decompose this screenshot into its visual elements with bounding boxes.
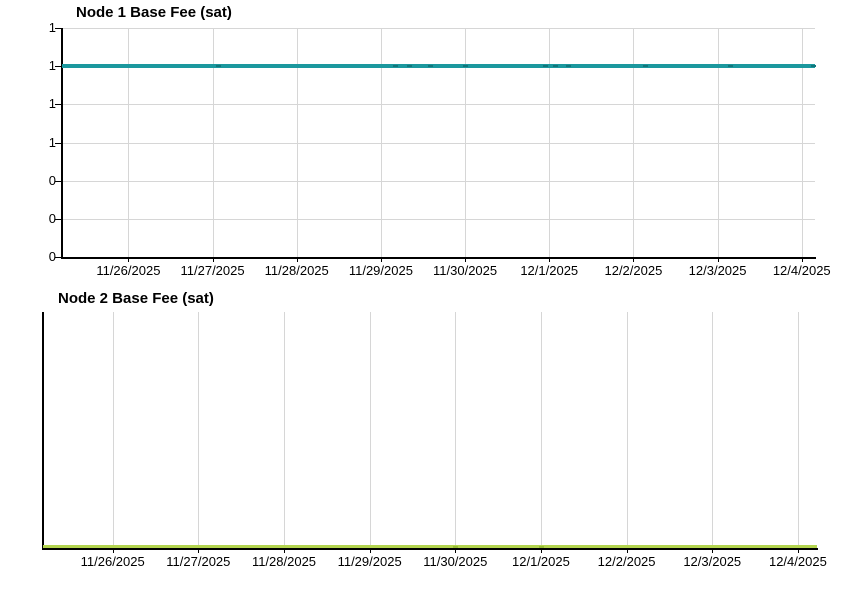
x-axis-tick-label: 12/1/2025 (520, 263, 579, 278)
dual-fee-chart-panel: Node 1 Base Fee (sat) 1 1 1 1 0 0 0 11/26/2025 1… (0, 0, 860, 600)
horizontal-gridline (62, 104, 815, 106)
x-axis-tick-label: 12/2/2025 (597, 554, 656, 569)
x-axis-tick-label: 11/30/2025 (433, 263, 498, 278)
x-axis-tick-label: 11/27/2025 (180, 263, 245, 278)
x-axis-tick-label: 11/28/2025 (264, 263, 329, 278)
vertical-gridline (369, 312, 371, 548)
vertical-gridline (797, 312, 799, 548)
y-axis-tick-label: 1 (48, 96, 56, 112)
x-axis-line (42, 548, 818, 550)
y-axis-tick-label: 1 (48, 134, 56, 150)
x-axis-tick-label: 12/4/2025 (768, 554, 827, 569)
y-axis-tick-label: 1 (48, 58, 56, 74)
x-axis-line (61, 257, 816, 259)
series-line-1 (62, 64, 815, 69)
horizontal-gridline (62, 180, 815, 182)
data-point-marker (811, 65, 817, 68)
data-point-marker (452, 546, 458, 548)
x-axis-tick-label: 12/4/2025 (772, 263, 831, 278)
vertical-gridline (540, 312, 542, 548)
y-axis-tick-label: 0 (48, 172, 56, 188)
x-axis-tick-label: 11/29/2025 (348, 263, 413, 278)
vertical-gridline (112, 312, 114, 548)
data-point-marker (407, 65, 413, 68)
data-point-marker (215, 65, 221, 68)
data-point-marker (538, 546, 544, 548)
x-axis-tick-label: 11/26/2025 (96, 263, 161, 278)
y-axis-tick-label: 1 (48, 20, 56, 35)
vertical-gridline (198, 312, 200, 548)
x-axis-tick-label: 11/26/2025 (80, 554, 145, 569)
y-axis-line (61, 28, 63, 259)
x-axis-tick-label: 12/3/2025 (683, 554, 742, 569)
vertical-gridline (712, 312, 714, 548)
x-axis-tick-label: 11/29/2025 (337, 554, 402, 569)
data-point-marker (553, 65, 559, 68)
data-point-marker (566, 65, 572, 68)
node2-chart-title: Node 2 Base Fee (sat) (58, 290, 214, 307)
y-axis-line (42, 312, 44, 550)
node1-chart-title: Node 1 Base Fee (sat) (76, 4, 232, 21)
data-point-marker (727, 65, 733, 68)
data-point-marker (462, 65, 468, 68)
data-point-marker (642, 65, 648, 68)
data-point-marker (392, 65, 398, 68)
x-axis-tick-label: 11/28/2025 (251, 554, 317, 569)
vertical-gridline (284, 312, 285, 548)
series-line-2 (43, 545, 817, 548)
data-point-marker (428, 65, 434, 68)
data-point-marker (542, 65, 548, 68)
horizontal-gridline (62, 218, 815, 220)
y-axis-tick-label: 0 (48, 210, 56, 226)
x-axis-tick-label: 12/3/2025 (688, 263, 747, 278)
horizontal-gridline (62, 28, 815, 29)
x-axis-tick-label: 12/1/2025 (512, 554, 570, 569)
x-axis-tick-label: 11/30/2025 (423, 554, 488, 569)
vertical-gridline (455, 312, 457, 548)
vertical-gridline (626, 312, 628, 548)
y-axis-tick-label: 0 (48, 249, 56, 264)
horizontal-gridline (62, 142, 815, 144)
x-axis-tick-label: 12/2/2025 (604, 263, 663, 278)
x-axis-tick-label: 11/27/2025 (166, 554, 231, 569)
